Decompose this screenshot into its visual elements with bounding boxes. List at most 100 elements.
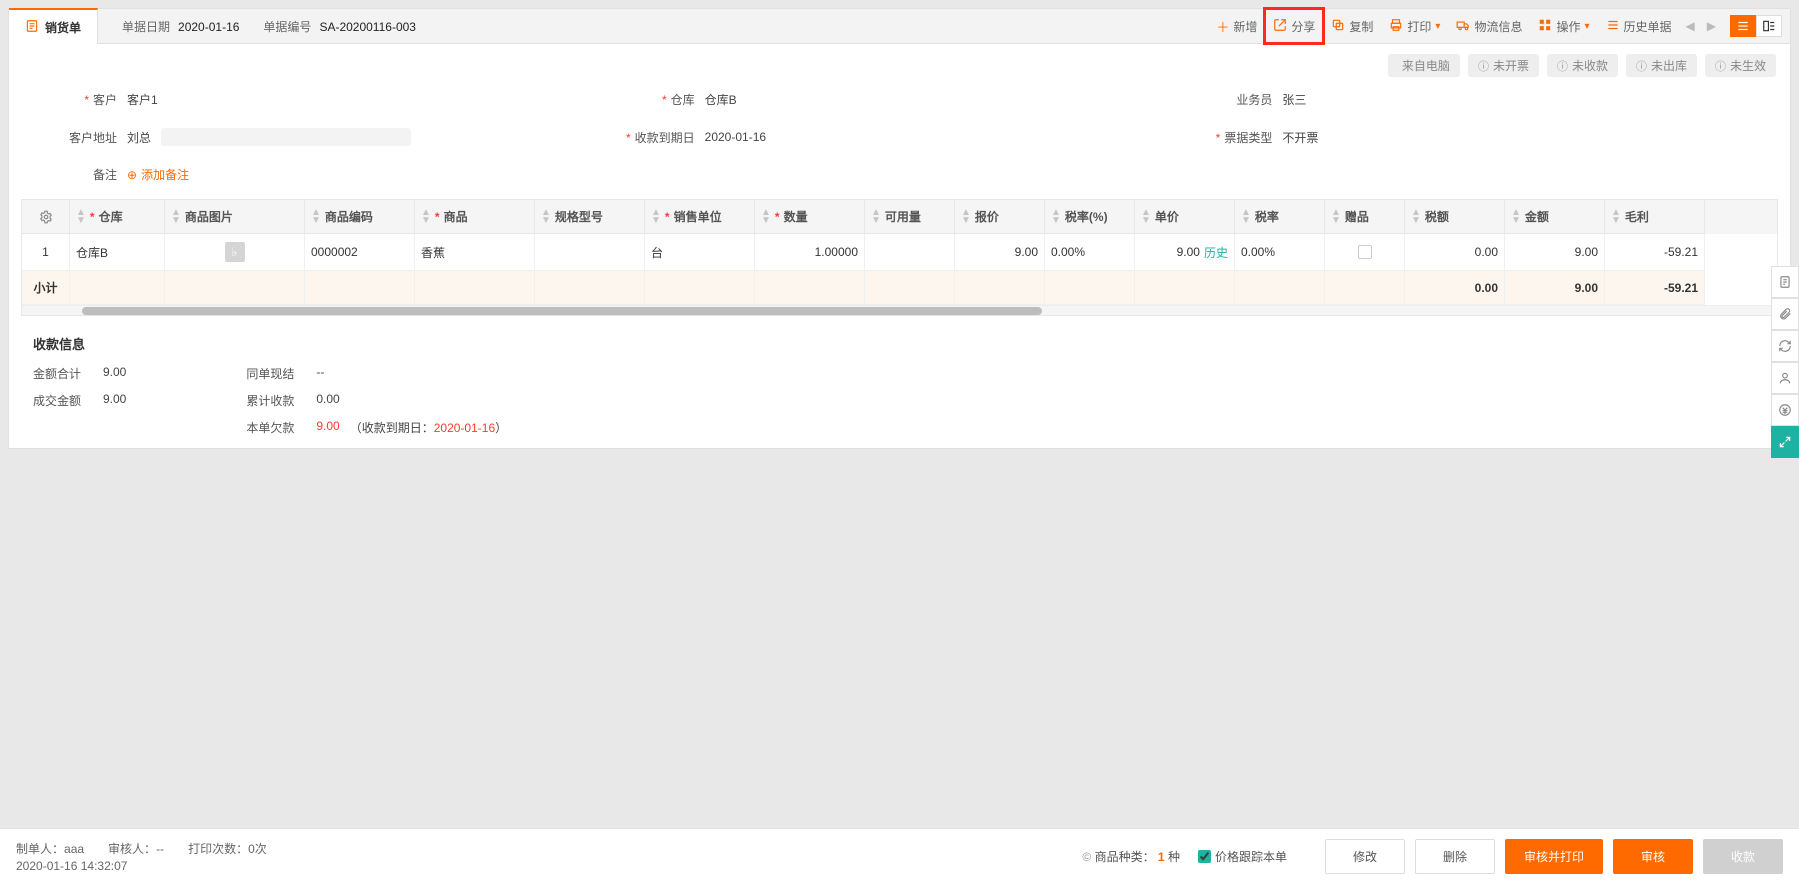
chip-not-outstock[interactable]: 未出库 <box>1626 54 1697 77</box>
user-icon <box>1778 371 1792 385</box>
row-unit[interactable]: 台 <box>645 234 755 271</box>
row-tax-rate[interactable]: 0.00% <box>1045 234 1135 271</box>
copy-icon <box>1331 18 1345 35</box>
active-tab[interactable]: 销货单 <box>9 8 98 44</box>
print-label: 打印 <box>1407 18 1431 35</box>
row-deal: 成交金额9.00 <box>33 392 126 409</box>
row-tax-pct[interactable]: 0.00% <box>1235 234 1325 271</box>
history-label: 历史单据 <box>1624 18 1672 35</box>
prev-doc-button[interactable]: ◀ <box>1680 19 1701 33</box>
history-button[interactable]: 历史单据 <box>1598 9 1680 43</box>
add-remark-button[interactable]: 添加备注 <box>127 166 189 183</box>
note-icon <box>1778 275 1792 289</box>
col-tax-amt[interactable]: ▲▼税额 <box>1405 200 1505 234</box>
col-image[interactable]: ▲▼商品图片 <box>165 200 305 234</box>
row-warehouse[interactable]: 仓库B <box>70 234 165 271</box>
col-product[interactable]: ▲▼*商品 <box>415 200 535 234</box>
track-price-input[interactable] <box>1198 850 1211 863</box>
row-product[interactable]: 香蕉 <box>415 234 535 271</box>
col-qty[interactable]: ▲▼*数量 <box>755 200 865 234</box>
edit-button[interactable]: 修改 <box>1325 839 1405 874</box>
track-price-checkbox[interactable]: 价格跟踪本单 <box>1198 848 1287 865</box>
row-spec[interactable] <box>535 234 645 271</box>
truck-icon <box>1456 18 1470 35</box>
row-same-settle: 同单现结-- <box>246 365 507 382</box>
chip-not-received[interactable]: 未收款 <box>1547 54 1618 77</box>
copy-label: 复制 <box>1349 18 1373 35</box>
chevron-down-icon: ▾ <box>1584 21 1589 32</box>
chip-not-effective[interactable]: 未生效 <box>1705 54 1776 77</box>
col-available[interactable]: ▲▼可用量 <box>865 200 955 234</box>
rail-note-button[interactable] <box>1771 266 1799 298</box>
col-unit[interactable]: ▲▼*销售单位 <box>645 200 755 234</box>
col-spec[interactable]: ▲▼规格型号 <box>535 200 645 234</box>
share-icon <box>1273 18 1287 35</box>
rail-user-button[interactable] <box>1771 362 1799 394</box>
row-image[interactable]: ♭ <box>165 234 305 271</box>
row-quote[interactable]: 9.00 <box>955 234 1045 271</box>
field-customer: *客户 客户1 <box>33 91 611 108</box>
payment-title: 收款信息 <box>33 334 1766 353</box>
field-due-date: *收款到期日 2020-01-16 <box>611 128 1189 146</box>
row-gift[interactable] <box>1325 234 1405 271</box>
col-settings[interactable] <box>22 200 70 234</box>
chevron-down-icon: ▾ <box>1435 21 1440 32</box>
col-profit[interactable]: ▲▼毛利 <box>1605 200 1705 234</box>
col-unit-price[interactable]: ▲▼单价 <box>1135 200 1235 234</box>
copy-button[interactable]: 复制 <box>1323 9 1381 43</box>
view-detail-button[interactable] <box>1756 15 1782 37</box>
delete-button[interactable]: 删除 <box>1415 839 1495 874</box>
address-redacted <box>161 128 411 146</box>
due-value[interactable]: 2020-01-16 <box>705 130 766 144</box>
col-gift[interactable]: ▲▼赠品 <box>1325 200 1405 234</box>
operations-button[interactable]: 操作 ▾ <box>1530 9 1597 43</box>
row-unit-price[interactable]: 9.00 历史 <box>1135 234 1235 271</box>
gear-icon <box>39 210 53 224</box>
col-amount[interactable]: ▲▼金额 <box>1505 200 1605 234</box>
rail-expand-button[interactable] <box>1771 426 1799 458</box>
logistics-button[interactable]: 物流信息 <box>1448 9 1530 43</box>
gift-checkbox[interactable] <box>1358 245 1372 259</box>
footer-buttons: 修改 删除 审核并打印 审核 收款 <box>1325 839 1783 874</box>
pay-button: 收款 <box>1703 839 1783 874</box>
footer-bar: 制单人：aaa 审核人：-- 打印次数：0次 2020-01-16 14:32:… <box>0 828 1799 884</box>
doc-number: 单据编号SA-20200116-003 <box>263 18 416 35</box>
row-code[interactable]: 0000002 <box>305 234 415 271</box>
col-tax-rate[interactable]: ▲▼税率(%) <box>1045 200 1135 234</box>
print-button[interactable]: 打印 ▾ <box>1381 9 1448 43</box>
warehouse-value[interactable]: 仓库B <box>705 91 737 108</box>
view-list-button[interactable] <box>1730 15 1756 37</box>
audit-button[interactable]: 审核 <box>1613 839 1693 874</box>
row-cumulative: 累计收款0.00 <box>246 392 507 409</box>
rail-refresh-button[interactable] <box>1771 330 1799 362</box>
col-warehouse[interactable]: ▲▼*仓库 <box>70 200 165 234</box>
audit-print-button[interactable]: 审核并打印 <box>1505 839 1603 874</box>
salesman-value[interactable]: 张三 <box>1282 91 1306 108</box>
new-button[interactable]: ＋ 新增 <box>1208 9 1265 43</box>
invoice-type-value[interactable]: 不开票 <box>1282 129 1318 146</box>
table-h-scrollbar[interactable] <box>22 305 1777 315</box>
top-toolbar: 销货单 单据日期2020-01-16 单据编号SA-20200116-003 ＋… <box>8 8 1791 44</box>
row-index: 1 <box>22 234 70 271</box>
col-quote[interactable]: ▲▼报价 <box>955 200 1045 234</box>
paperclip-icon <box>1778 307 1792 321</box>
chip-not-invoiced[interactable]: 未开票 <box>1468 54 1539 77</box>
col-code[interactable]: ▲▼商品编码 <box>305 200 415 234</box>
grid-icon <box>1538 18 1552 35</box>
address-value[interactable]: 刘总 <box>127 129 151 146</box>
col-tax-pct[interactable]: ▲▼税率 <box>1235 200 1325 234</box>
doc-date: 单据日期2020-01-16 <box>122 18 239 35</box>
table-row[interactable]: 1 仓库B ♭ 0000002 香蕉 台 1.00000 9.00 0.00% … <box>22 234 1777 271</box>
customer-value[interactable]: 客户1 <box>127 91 158 108</box>
toolbar-actions: ＋ 新增 分享 复制 打印 ▾ <box>1208 9 1790 43</box>
share-button[interactable]: 分享 <box>1265 9 1323 43</box>
row-total: 金额合计9.00 <box>33 365 126 382</box>
rail-attach-button[interactable] <box>1771 298 1799 330</box>
next-doc-button[interactable]: ▶ <box>1701 19 1722 33</box>
footer-meta: 制单人：aaa 审核人：-- 打印次数：0次 2020-01-16 14:32:… <box>16 840 267 873</box>
row-owe: 本单欠款 9.00 （收款到期日：2020-01-16） <box>246 419 507 436</box>
rail-money-button[interactable] <box>1771 394 1799 426</box>
price-history-link[interactable]: 历史 <box>1204 244 1228 261</box>
scrollbar-thumb[interactable] <box>82 307 1042 315</box>
row-qty[interactable]: 1.00000 <box>755 234 865 271</box>
